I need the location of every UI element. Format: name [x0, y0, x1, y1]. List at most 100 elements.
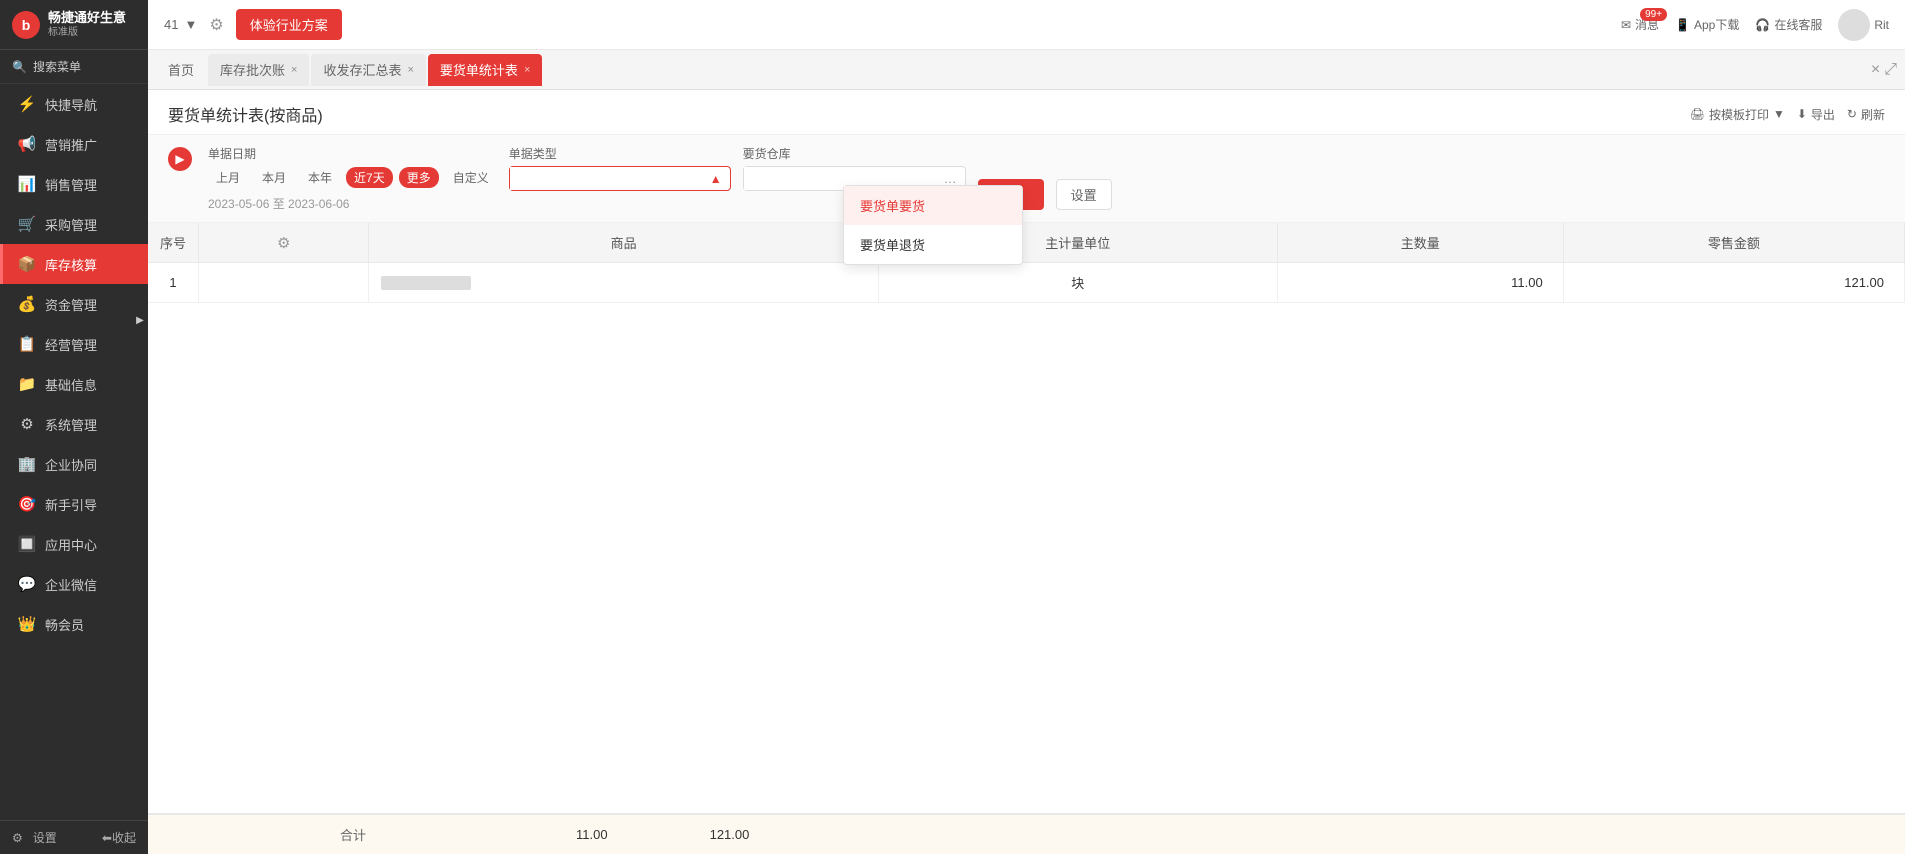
dropdown-item-return[interactable]: 要货单退货: [844, 225, 1022, 264]
app-download-button[interactable]: 📱 App下载: [1675, 16, 1739, 33]
logo-text: 畅捷通好生意 标准版: [48, 10, 126, 40]
tab-order-stat[interactable]: 要货单统计表 ×: [428, 54, 542, 86]
sidebar-item-label: 系统管理: [45, 415, 97, 434]
date-btn-more[interactable]: 更多: [399, 167, 439, 188]
sidebar-item-guide[interactable]: 🎯 新手引导: [0, 484, 148, 524]
sidebar-item-label: 营销推广: [45, 135, 97, 154]
logo-icon: b: [12, 11, 40, 39]
sidebar-item-purchase[interactable]: 🛒 采购管理: [0, 204, 148, 244]
tabbar-expand[interactable]: ⤢: [1884, 61, 1897, 79]
cell-qty: 11.00: [1277, 263, 1563, 303]
tabbar-close-all[interactable]: ×: [1871, 61, 1880, 79]
inventory-icon: 📦: [17, 254, 37, 274]
date-btn-custom[interactable]: 自定义: [445, 166, 497, 189]
cell-seq: 1: [148, 263, 199, 303]
date-btn-this-year[interactable]: 本年: [300, 166, 340, 189]
sidebar-item-enterprise[interactable]: 🏢 企业协同: [0, 444, 148, 484]
sidebar-item-label: 新手引导: [45, 495, 97, 514]
tab-batch-close[interactable]: ×: [291, 64, 297, 76]
operation-icon: 📋: [17, 334, 37, 354]
finance-icon: 💰: [17, 294, 37, 314]
sidebar-item-label: 经营管理: [45, 335, 97, 354]
sidebar-item-operation[interactable]: 📋 经营管理: [0, 324, 148, 364]
sidebar: b 畅捷通好生意 标准版 🔍 搜索菜单 ⚡ 快捷导航 📢 营销推广 📊 销售管理…: [0, 0, 148, 854]
sidebar-item-wechat[interactable]: 💬 企业微信: [0, 564, 148, 604]
print-button[interactable]: 🖨 按模板打印 ▼: [1690, 106, 1785, 123]
table-area: 序号 ⚙ 商品 主计量单位 主数量 零售金额 1: [148, 223, 1905, 813]
avatar-image: [1838, 9, 1870, 41]
table-settings-icon[interactable]: ⚙: [277, 235, 290, 252]
type-filter-label: 单据类型: [509, 145, 731, 162]
export-button[interactable]: ⬇ 导出: [1797, 106, 1835, 123]
member-icon: 👑: [17, 614, 37, 634]
sidebar-item-label: 采购管理: [45, 215, 97, 234]
sidebar-item-label: 销售管理: [45, 175, 97, 194]
system-icon: ⚙: [17, 414, 37, 434]
store-selector[interactable]: 41 ▼: [164, 17, 197, 32]
marketing-icon: 📢: [17, 134, 37, 154]
sidebar-item-sales[interactable]: 📊 销售管理: [0, 164, 148, 204]
date-range: 2023-05-06 至 2023-06-06: [208, 195, 497, 212]
sidebar-item-shortcut[interactable]: ⚡ 快捷导航: [0, 84, 148, 124]
page-actions: 🖨 按模板打印 ▼ ⬇ 导出 ↻ 刷新: [1690, 106, 1885, 123]
basic-icon: 📁: [17, 374, 37, 394]
topbar-settings-icon[interactable]: ⚙: [209, 15, 223, 35]
tab-batch[interactable]: 库存批次账 ×: [208, 54, 309, 86]
warehouse-filter-label: 要货仓库: [743, 145, 966, 162]
tabbar-actions: × ⤢: [1871, 61, 1897, 79]
cell-amount: 121.00: [1563, 263, 1904, 303]
sidebar-item-label: 快捷导航: [45, 95, 97, 114]
topbar-right: ✉ 消息 99+ 📱 App下载 🎧 在线客服 Rit: [1621, 9, 1889, 41]
date-btn-7days[interactable]: 近7天: [346, 167, 393, 188]
refresh-button[interactable]: ↻ 刷新: [1847, 106, 1885, 123]
product-name-placeholder: [381, 276, 471, 290]
warehouse-filter-icon[interactable]: …: [936, 171, 965, 186]
table-row: 1 块 11.00 121.00: [148, 263, 1905, 303]
export-icon: ⬇: [1797, 107, 1807, 121]
collapse-icon: ⬅: [102, 831, 112, 845]
type-filter-input[interactable]: [510, 167, 702, 190]
type-filter-arrow[interactable]: ▲: [702, 172, 730, 186]
sidebar-item-member[interactable]: 👑 畅会员: [0, 604, 148, 644]
sidebar-item-label: 资金管理: [45, 295, 97, 314]
service-icon: 🎧: [1755, 18, 1770, 32]
date-btn-prev-month[interactable]: 上月: [208, 166, 248, 189]
tabbar: 首页 库存批次账 × 收发存汇总表 × 要货单统计表 × × ⤢: [148, 50, 1905, 90]
sidebar-item-apps[interactable]: 🔲 应用中心: [0, 524, 148, 564]
search-icon: 🔍: [12, 60, 27, 74]
sidebar-item-label: 库存核算: [45, 255, 97, 274]
col-header-seq: 序号: [148, 223, 199, 263]
tab-receipt-close[interactable]: ×: [407, 64, 413, 76]
date-filter-label: 单据日期: [208, 145, 497, 162]
refresh-icon: ↻: [1847, 107, 1857, 121]
tab-order-stat-close[interactable]: ×: [524, 64, 530, 76]
type-filter-input-wrap[interactable]: ▲: [509, 166, 731, 191]
sidebar-item-inventory[interactable]: 📦 库存核算: [0, 244, 148, 284]
enterprise-icon: 🏢: [17, 454, 37, 474]
date-filter: 单据日期 上月 本月 本年 近7天 更多 自定义 2023-05-06 至 20…: [208, 145, 497, 212]
user-avatar[interactable]: Rit: [1838, 9, 1889, 41]
filter-expand-button[interactable]: ▶: [168, 147, 192, 171]
tab-receipt[interactable]: 收发存汇总表 ×: [311, 54, 425, 86]
message-badge: 99+: [1640, 8, 1667, 21]
cell-product: [369, 263, 878, 303]
footer-amount: 121.00: [710, 827, 750, 842]
industry-button[interactable]: 体验行业方案: [236, 9, 342, 40]
footer-total-label: 合计: [340, 825, 366, 844]
sidebar-item-system[interactable]: ⚙ 系统管理: [0, 404, 148, 444]
settings-button[interactable]: 设置: [1056, 179, 1112, 210]
sidebar-bottom[interactable]: ⚙ 设置 ⬅ 收起: [0, 820, 148, 854]
sidebar-item-marketing[interactable]: 📢 营销推广: [0, 124, 148, 164]
dropdown-item-receive[interactable]: 要货单要货: [844, 186, 1022, 225]
tab-home[interactable]: 首页: [156, 54, 206, 86]
table-footer: 合计 11.00 121.00: [148, 813, 1905, 854]
sidebar-collapse-button[interactable]: ▶: [132, 300, 148, 340]
message-button[interactable]: ✉ 消息 99+: [1621, 16, 1659, 33]
sidebar-search[interactable]: 🔍 搜索菜单: [0, 50, 148, 84]
date-btn-this-month[interactable]: 本月: [254, 166, 294, 189]
sidebar-item-basic[interactable]: 📁 基础信息: [0, 364, 148, 404]
apps-icon: 🔲: [17, 534, 37, 554]
sidebar-item-finance[interactable]: 💰 资金管理: [0, 284, 148, 324]
topbar: 41 ▼ ⚙ 体验行业方案 ✉ 消息 99+ 📱 App下载 🎧 在线客服 R: [148, 0, 1905, 50]
online-service-button[interactable]: 🎧 在线客服: [1755, 16, 1822, 33]
